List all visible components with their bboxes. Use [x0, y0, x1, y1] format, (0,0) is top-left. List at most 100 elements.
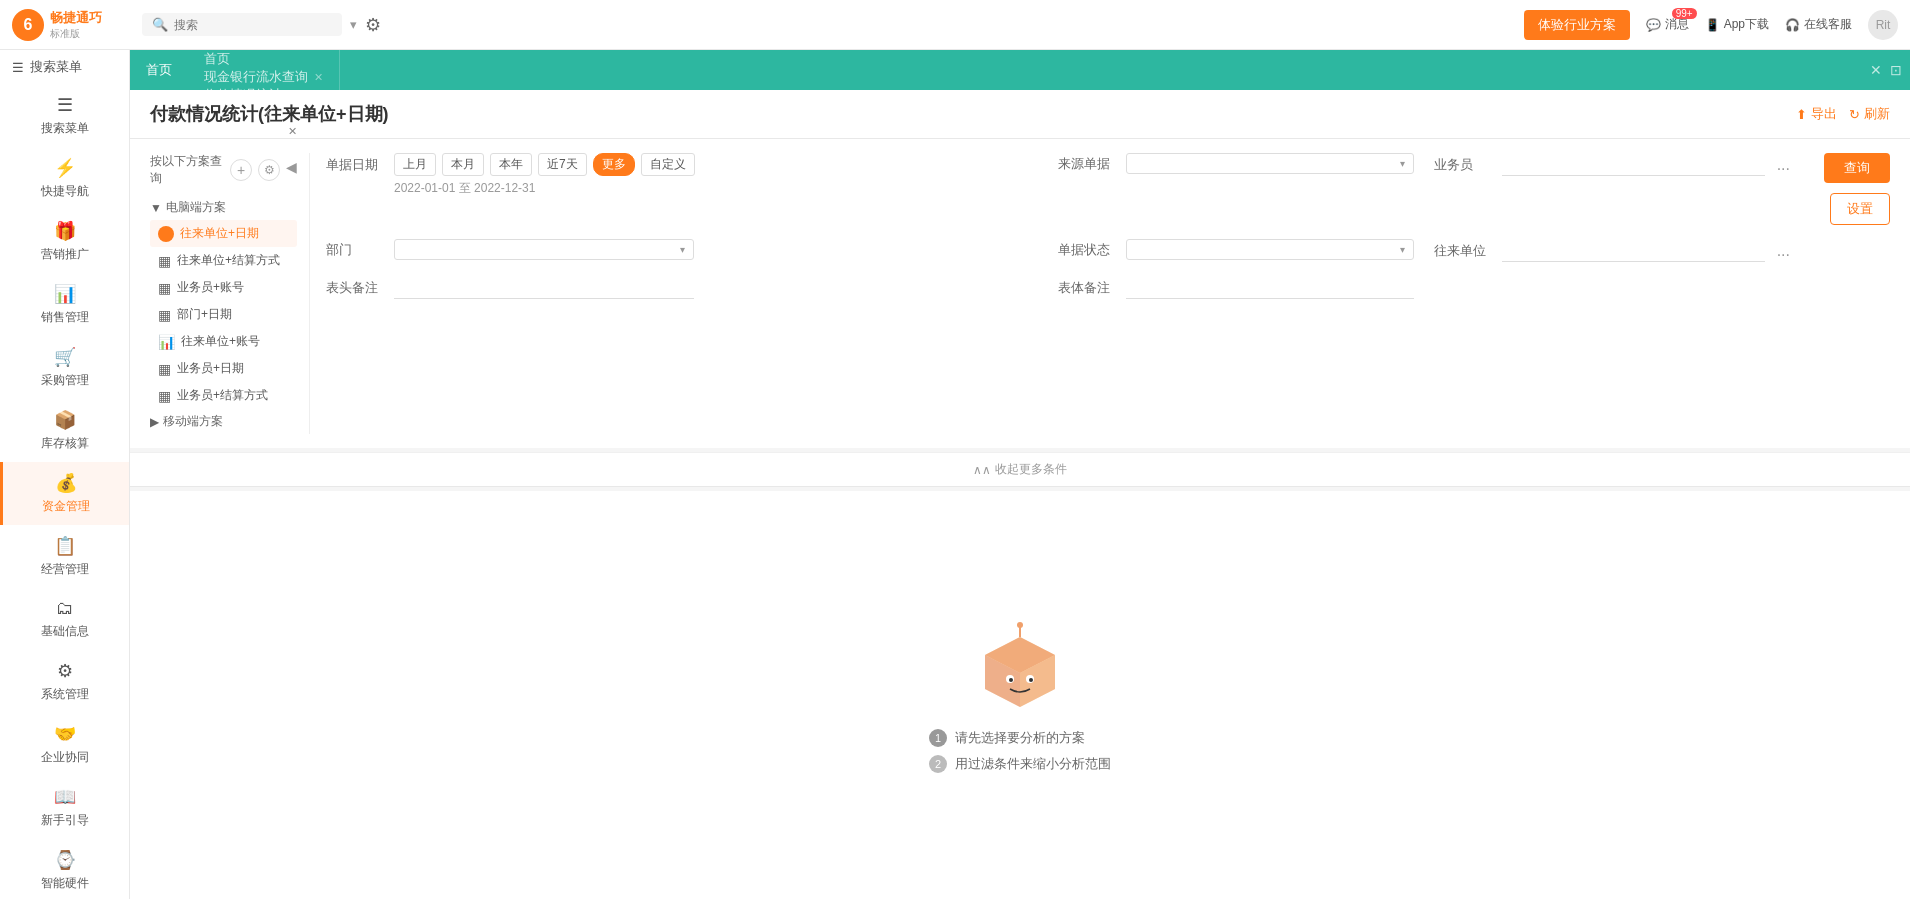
doc-status-select[interactable]: ▾ — [1126, 239, 1414, 260]
scheme-item-0-6[interactable]: ▦业务员+结算方式 — [150, 382, 297, 409]
salesman-field: 业务员 ... — [1434, 153, 1790, 176]
download-icon: 📱 — [1705, 18, 1720, 32]
tab-close-receivable[interactable]: ✕ — [288, 89, 297, 102]
dept-select[interactable]: ▾ — [394, 239, 694, 260]
date-btn-last-month[interactable]: 上月 — [394, 153, 436, 176]
scheme-group-arrow-1: ▶ — [150, 415, 159, 429]
tab-cash-flow[interactable]: 现金银行流水查询✕ — [188, 68, 340, 86]
scheme-item-0-2[interactable]: ▦业务员+账号 — [150, 274, 297, 301]
scheme-setting-btn[interactable]: ⚙ — [258, 159, 280, 181]
source-select[interactable]: ▾ — [1126, 153, 1414, 174]
dropdown-arrow[interactable]: ▾ — [350, 17, 357, 32]
date-field-row: 单据日期 上月本月本年近7天更多自定义 — [326, 153, 695, 176]
top-search-area: 🔍 ▾ ⚙ — [142, 13, 1524, 36]
sidebar-item-hardware[interactable]: ⌚智能硬件 — [0, 839, 129, 899]
sidebar-label-guide: 新手引导 — [41, 812, 89, 829]
sidebar-item-system[interactable]: ⚙系统管理 — [0, 650, 129, 713]
empty-hints: 1 请先选择要分析的方案 2 用过滤条件来缩小分析范围 — [929, 729, 1111, 773]
scheme-item-icon-0-5: ▦ — [158, 361, 171, 377]
hint-num-2: 2 — [929, 755, 947, 773]
filter-row-2: 部门 ▾ 单据状态 ▾ — [326, 239, 1890, 262]
sidebar-item-finance[interactable]: 💰资金管理 — [0, 462, 129, 525]
sidebar-icon-guide: 📖 — [54, 786, 76, 808]
refresh-btn[interactable]: ↻ 刷新 — [1849, 105, 1890, 123]
trial-button[interactable]: 体验行业方案 — [1524, 10, 1630, 40]
sidebar-item-business[interactable]: 📋经营管理 — [0, 525, 129, 588]
sidebar-item-enterprise[interactable]: 🤝企业协同 — [0, 713, 129, 776]
tab-bar: 首页 首页现金银行流水查询✕收款情况统计✕新建方案✕付款情况统计✕ ✕ ⊡ — [130, 50, 1910, 90]
sidebar-item-marketing[interactable]: 🎁营销推广 — [0, 210, 129, 273]
scheme-item-0-3[interactable]: ▦部门+日期 — [150, 301, 297, 328]
close-window-btn[interactable]: ✕ — [1870, 62, 1882, 78]
tab-close-new-scheme[interactable]: ✕ — [262, 107, 271, 120]
scheme-item-label-0-5: 业务员+日期 — [177, 360, 244, 377]
maximize-window-btn[interactable]: ⊡ — [1890, 62, 1902, 78]
dept-label: 部门 — [326, 241, 386, 259]
scheme-item-0-4[interactable]: 📊往来单位+账号 — [150, 328, 297, 355]
date-btn-custom[interactable]: 自定义 — [641, 153, 695, 176]
empty-state: 1 请先选择要分析的方案 2 用过滤条件来缩小分析范围 — [130, 491, 1910, 899]
sidebar-item-purchase[interactable]: 🛒采购管理 — [0, 336, 129, 399]
date-btn-last-7[interactable]: 近7天 — [538, 153, 587, 176]
scheme-group-title-0[interactable]: ▼电脑端方案 — [150, 195, 297, 220]
scheme-group-title-1[interactable]: ▶ 移动端方案 — [150, 409, 297, 434]
scheme-item-icon-0-1: ▦ — [158, 253, 171, 269]
tab-home[interactable]: 首页 — [130, 50, 188, 90]
tabs-container: 首页现金银行流水查询✕收款情况统计✕新建方案✕付款情况统计✕ — [188, 50, 340, 90]
query-button[interactable]: 查询 — [1824, 153, 1890, 183]
tab-close-cash-flow[interactable]: ✕ — [314, 71, 323, 84]
doc-status-field: 单据状态 ▾ — [1058, 239, 1414, 260]
header-note-field: 表头备注 — [326, 276, 1038, 299]
sidebar-item-search-menu[interactable]: ☰搜索菜单 — [0, 84, 129, 147]
scheme-collapse-btn[interactable]: ◀ — [286, 159, 297, 181]
filter-row-1: 单据日期 上月本月本年近7天更多自定义 2022-01-01 至 2022-12… — [326, 153, 1890, 225]
salesman-input[interactable] — [1502, 153, 1765, 175]
search-box[interactable]: 🔍 — [142, 13, 342, 36]
date-field: 单据日期 上月本月本年近7天更多自定义 2022-01-01 至 2022-12… — [326, 153, 1038, 197]
body-note-input[interactable] — [1126, 276, 1406, 298]
date-btn-this-year[interactable]: 本年 — [490, 153, 532, 176]
date-btn-this-month[interactable]: 本月 — [442, 153, 484, 176]
header-note-input[interactable] — [394, 276, 674, 298]
app-download-btn[interactable]: 📱 App下载 — [1705, 16, 1769, 33]
tab-home[interactable]: 首页 — [188, 50, 340, 68]
tab-close-payment-stats[interactable]: ✕ — [288, 125, 297, 138]
sidebar-item-search-menu[interactable]: ☰ 搜索菜单 — [0, 50, 129, 84]
scheme-item-icon-0-3: ▦ — [158, 307, 171, 323]
filter-actions: 查询 设置 — [1810, 153, 1890, 225]
svg-point-9 — [1017, 622, 1023, 628]
settings-button[interactable]: 设置 — [1830, 193, 1890, 225]
export-btn[interactable]: ⬆ 导出 — [1796, 105, 1837, 123]
messages-btn[interactable]: 💬 消息 99+ — [1646, 16, 1689, 33]
sidebar-icon-quick-nav: ⚡ — [54, 157, 76, 179]
user-avatar[interactable]: Rit — [1868, 10, 1898, 40]
scheme-header: 按以下方案查询 + ⚙ ◀ — [150, 153, 297, 187]
sidebar-label-purchase: 采购管理 — [41, 372, 89, 389]
sidebar-item-inventory[interactable]: 📦库存核算 — [0, 399, 129, 462]
salesman-more-btn[interactable]: ... — [1777, 156, 1790, 174]
page-content: 付款情况统计(往来单位+日期) ⬆ 导出 ↻ 刷新 按 — [130, 90, 1910, 899]
counterpart-input[interactable] — [1502, 239, 1765, 261]
collapse-more-btn[interactable]: ∧∧ 收起更多条件 — [973, 461, 1067, 478]
date-btn-more[interactable]: 更多 — [593, 153, 635, 176]
scheme-item-label-0-4: 往来单位+账号 — [181, 333, 260, 350]
sidebar-item-guide[interactable]: 📖 新手引导 — [0, 776, 129, 839]
sidebar-item-sales[interactable]: 📊销售管理 — [0, 273, 129, 336]
scheme-add-btn[interactable]: + — [230, 159, 252, 181]
scheme-item-0-1[interactable]: ▦往来单位+结算方式 — [150, 247, 297, 274]
scheme-group-label-1: 移动端方案 — [163, 413, 223, 430]
counterpart-more-btn[interactable]: ... — [1777, 242, 1790, 260]
sidebar-item-quick-nav[interactable]: ⚡快捷导航 — [0, 147, 129, 210]
collapse-icon: ∧∧ — [973, 463, 991, 477]
scheme-group-label-0: 电脑端方案 — [166, 199, 226, 216]
sidebar-item-basic[interactable]: 🗂基础信息 — [0, 588, 129, 650]
salesman-input-wrap — [1502, 153, 1765, 176]
body-note-input-wrap — [1126, 276, 1414, 299]
scheme-item-0-5[interactable]: ▦ 业务员+日期 — [150, 355, 297, 382]
scheme-item-label-0-0: 往来单位+日期 — [180, 225, 259, 242]
body-note-label: 表体备注 — [1058, 279, 1118, 297]
search-input[interactable] — [174, 18, 304, 32]
gear-btn[interactable]: ⚙ — [365, 14, 381, 36]
online-service-btn[interactable]: 🎧 在线客服 — [1785, 16, 1852, 33]
scheme-item-0-0[interactable]: 往来单位+日期 — [150, 220, 297, 247]
